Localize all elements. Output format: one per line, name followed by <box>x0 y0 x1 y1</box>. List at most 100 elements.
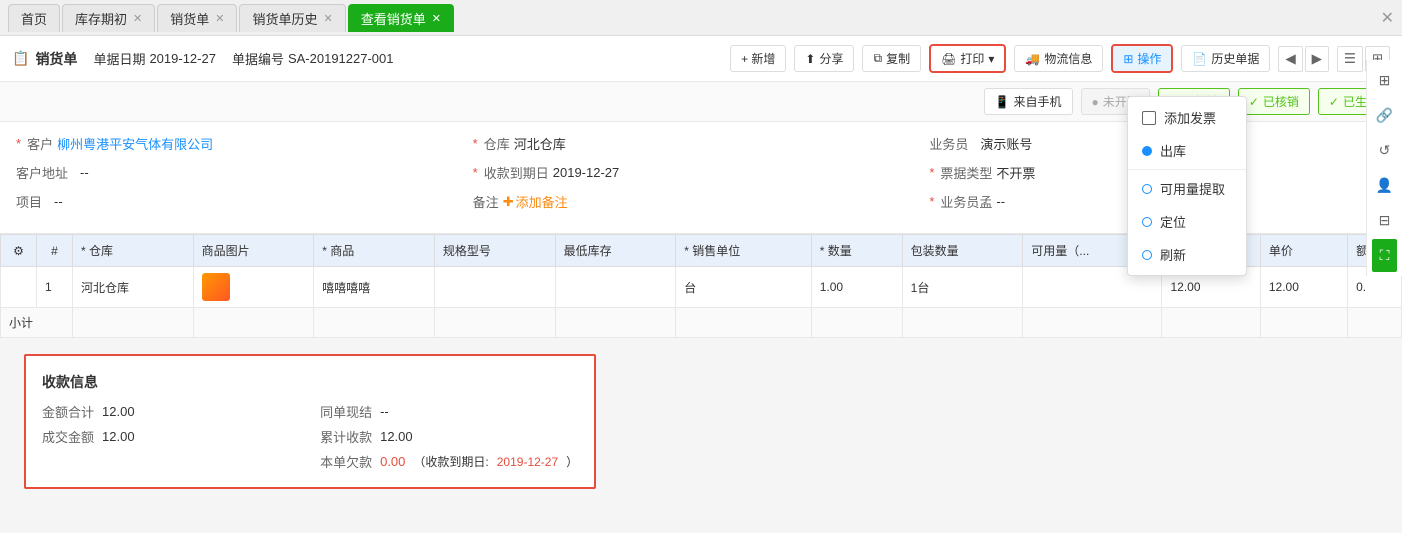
tab-home[interactable]: 首页 <box>8 4 60 32</box>
salesperson-label: 业务员孟 <box>940 192 992 211</box>
subtotal-pack <box>902 308 1023 338</box>
salesperson-value: -- <box>996 194 1005 209</box>
next-button[interactable]: ▶ <box>1305 46 1329 72</box>
warehouse-value: 河北仓库 <box>514 134 566 153</box>
row-spec <box>434 267 555 308</box>
tab-inventory-init-close[interactable]: ✕ <box>133 12 142 25</box>
from-phone-button[interactable]: 📱 来自手机 <box>984 88 1073 115</box>
revoked-icon: ✓ <box>1249 95 1259 109</box>
subtotal-available <box>1023 308 1162 338</box>
tab-bar-close[interactable]: ✕ <box>1381 8 1394 28</box>
summary-deal-label: 成交金额 <box>42 427 94 446</box>
operations-label: 操作 <box>1137 50 1161 67</box>
warehouse-field: * 仓库 河北仓库 <box>473 134 930 153</box>
tab-inventory-init[interactable]: 库存期初 ✕ <box>62 4 155 32</box>
logistics-button[interactable]: 🚚 物流信息 <box>1014 45 1103 72</box>
customer-field: * 客户 柳州粤港平安气体有限公司 <box>16 134 473 153</box>
staff-label: 业务员 <box>929 134 968 153</box>
list-view-button[interactable]: ☰ <box>1337 46 1363 72</box>
history-button[interactable]: 📄 历史单据 <box>1181 45 1270 72</box>
refresh-icon <box>1142 250 1152 260</box>
menu-refresh[interactable]: 刷新 <box>1128 238 1246 271</box>
locate-icon <box>1142 217 1152 227</box>
share-label: 分享 <box>819 50 843 67</box>
doc-date-field: 单据日期 2019-12-27 <box>93 49 216 68</box>
subtotal-product <box>314 308 435 338</box>
summary-same-order-value: -- <box>380 404 389 419</box>
menu-quantity-pick[interactable]: 可用量提取 <box>1128 172 1246 205</box>
summary-deal-amount: 成交金额 12.00 <box>42 427 300 446</box>
tab-sales-order[interactable]: 销货单 ✕ <box>157 4 237 32</box>
staff-value: 演示账号 <box>980 134 1032 153</box>
share-button[interactable]: ⬆ 分享 <box>794 45 854 72</box>
summary-due-note: （收款到期日: <box>413 453 488 470</box>
tab-sales-order-history-label: 销货单历史 <box>252 9 317 28</box>
menu-add-invoice[interactable]: 添加发票 <box>1128 101 1246 134</box>
quantity-pick-label: 可用量提取 <box>1160 179 1225 198</box>
summary-total-label: 金额合计 <box>42 402 94 421</box>
payment-date-field: * 收款到期日 2019-12-27 <box>473 163 930 182</box>
col-quantity: * 数量 <box>811 235 902 267</box>
operations-icon: ⊞ <box>1123 52 1133 66</box>
copy-label: 复制 <box>886 50 910 67</box>
customer-value[interactable]: 柳州粤港平安气体有限公司 <box>57 134 213 153</box>
logistics-icon: 🚚 <box>1025 52 1040 66</box>
sidebar-link-icon[interactable]: 🔗 <box>1368 99 1401 132</box>
tab-bar: 首页 库存期初 ✕ 销货单 ✕ 销货单历史 ✕ 查看销货单 ✕ ✕ <box>0 0 1402 36</box>
doc-number-value: SA-20191227-001 <box>288 51 394 66</box>
sidebar-fullscreen-icon[interactable]: ⛶ <box>1372 239 1398 272</box>
subtotal-spec <box>434 308 555 338</box>
col-settings[interactable]: ⚙ <box>1 235 37 267</box>
sidebar-table-icon[interactable]: ⊟ <box>1371 204 1399 237</box>
ticket-icon: ● <box>1092 95 1099 109</box>
col-num: # <box>37 235 73 267</box>
from-phone-label: 来自手机 <box>1013 93 1061 110</box>
subtotal-price <box>1260 308 1347 338</box>
warehouse-label: 仓库 <box>484 134 510 153</box>
customer-addr-value: -- <box>80 165 89 180</box>
copy-button[interactable]: ⧉ 复制 <box>862 45 921 72</box>
row-warehouse: 河北仓库 <box>73 267 194 308</box>
copy-icon: ⧉ <box>873 51 882 66</box>
sidebar-user-icon[interactable]: 👤 <box>1368 169 1401 202</box>
tab-sales-order-history-close[interactable]: ✕ <box>324 12 333 25</box>
subtotal-unit <box>676 308 811 338</box>
doc-title-section: 📋 销货单 <box>12 49 77 69</box>
row-product: 嘻嘻嘻嘻 <box>314 267 435 308</box>
locate-label: 定位 <box>1160 212 1186 231</box>
tab-view-sales-order-close[interactable]: ✕ <box>432 12 441 25</box>
revoked-button[interactable]: ✓ 已核销 <box>1238 88 1310 115</box>
tab-view-sales-order[interactable]: 查看销货单 ✕ <box>348 4 454 32</box>
note-field: 备注 ✚ 添加备注 <box>473 192 930 211</box>
tab-sales-order-close[interactable]: ✕ <box>215 12 224 25</box>
new-button[interactable]: + 新增 <box>730 45 786 72</box>
prev-button[interactable]: ◀ <box>1278 46 1302 72</box>
ticket-type-required: * <box>929 165 934 180</box>
tab-inventory-init-label: 库存期初 <box>75 9 127 28</box>
print-button[interactable]: 🖨 打印 ▾ <box>931 46 1004 71</box>
close-all-icon[interactable]: ✕ <box>1381 10 1394 27</box>
print-label: 打印 <box>960 50 984 67</box>
col-min-stock: 最低库存 <box>555 235 676 267</box>
sidebar-expand-icon[interactable]: ⊞ <box>1371 64 1399 97</box>
menu-outbound[interactable]: 出库 <box>1128 134 1246 167</box>
col-product: * 商品 <box>314 235 435 267</box>
customer-required: * <box>16 136 21 151</box>
add-note-button[interactable]: ✚ 添加备注 <box>503 192 568 211</box>
tab-sales-order-history[interactable]: 销货单历史 ✕ <box>239 4 345 32</box>
row-num: 1 <box>37 267 73 308</box>
sidebar-refresh-icon[interactable]: ↺ <box>1371 134 1399 167</box>
summary-due-close-paren: ） <box>566 453 578 470</box>
menu-locate[interactable]: 定位 <box>1128 205 1246 238</box>
subtotal-label: 小计 <box>1 308 73 338</box>
col-warehouse: * 仓库 <box>73 235 194 267</box>
tab-home-label: 首页 <box>21 9 47 28</box>
doc-actions: + 新增 ⬆ 分享 ⧉ 复制 🖨 打印 ▾ 🚚 物流信息 <box>730 44 1390 73</box>
row-quantity: 1.00 <box>811 267 902 308</box>
operations-button[interactable]: ⊞ 操作 <box>1113 46 1171 71</box>
print-icon: 🖨 <box>941 52 956 66</box>
summary-section-wrap: 收款信息 金额合计 12.00 同单现结 -- 成交金额 12.00 累计收款 … <box>0 338 1402 505</box>
payment-required: * <box>473 165 478 180</box>
tab-view-sales-order-label: 查看销货单 <box>361 9 426 28</box>
effective-icon: ✓ <box>1329 95 1339 109</box>
